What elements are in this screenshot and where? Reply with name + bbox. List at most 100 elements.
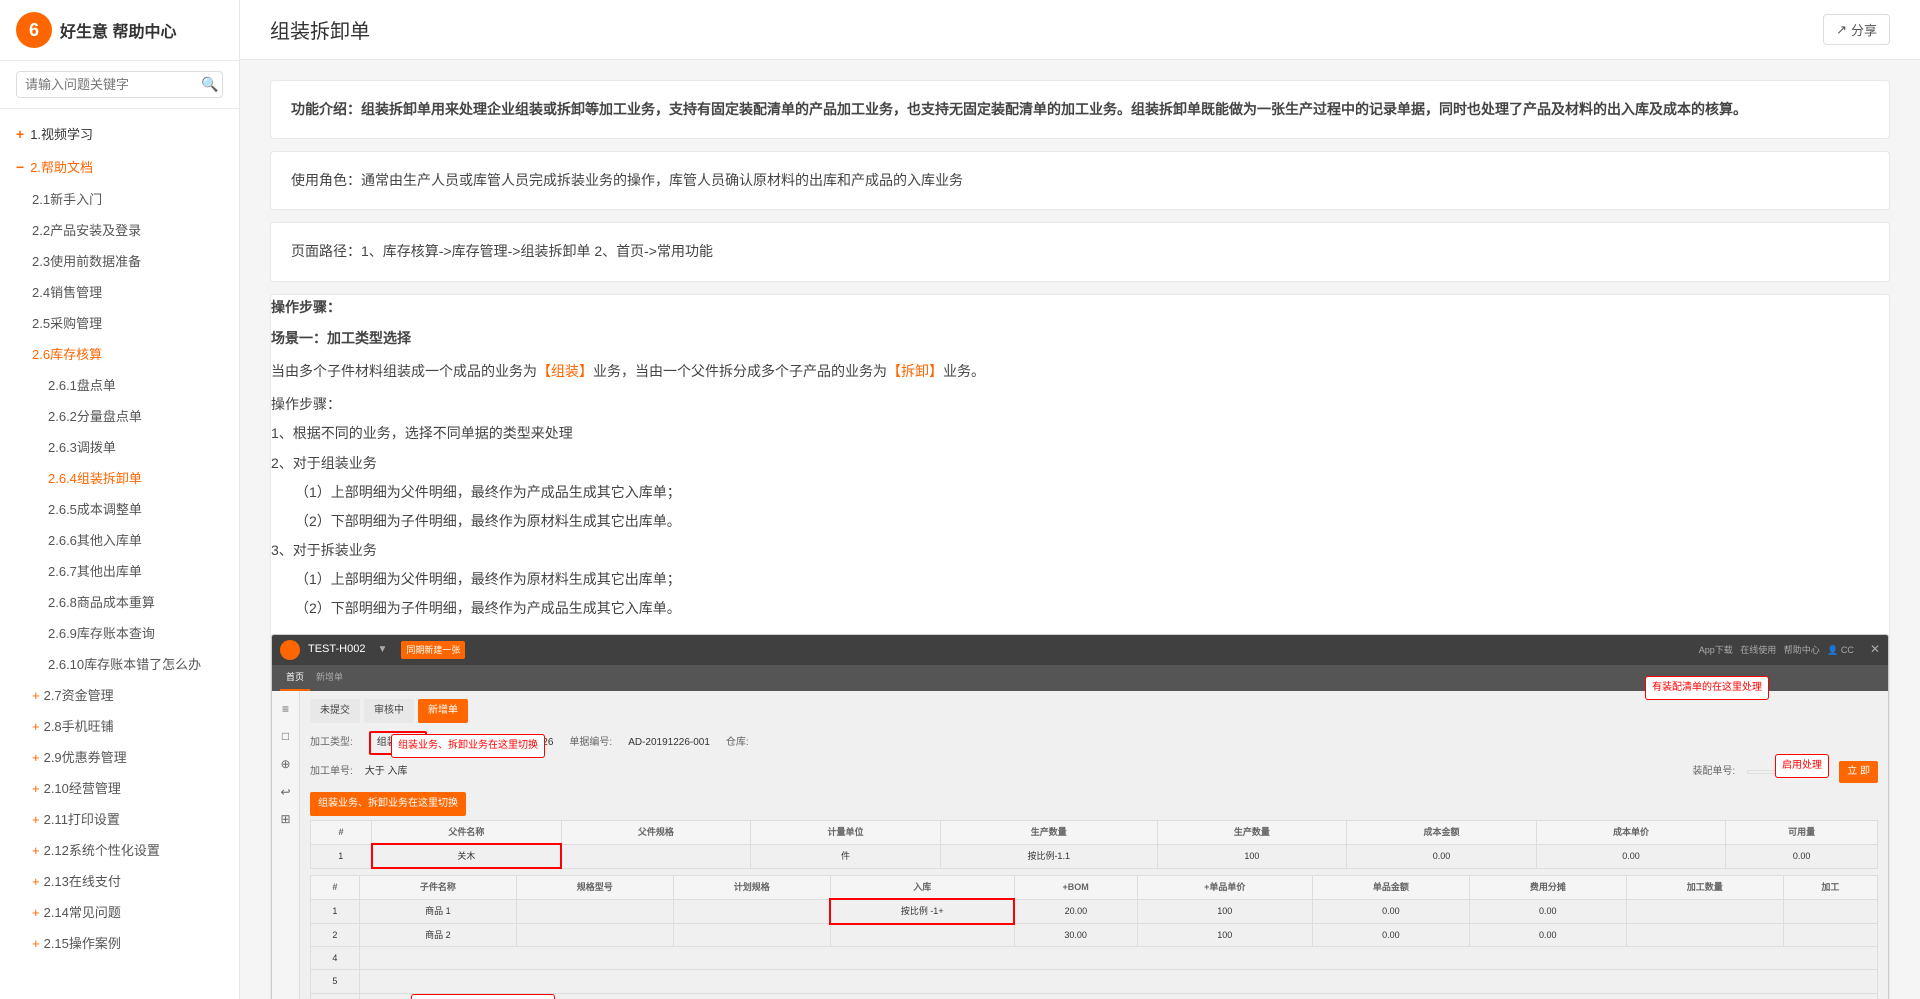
annotation-top-right: 有装配清单的在这里处理: [1645, 676, 1769, 700]
sidebar-item-online-pay[interactable]: +2.13在线支付: [0, 865, 239, 896]
step1: 1、根据不同的业务，选择不同单据的类型来处理: [271, 421, 1889, 446]
sim-top-btn: 同期新建一张: [401, 641, 465, 659]
sidebar-item-money[interactable]: +2.7资金管理: [0, 679, 239, 710]
sim-lower-table: # 子件名称 规格型号 计划规格 入库 +BOM +单品单价 单品金额 费用分摊: [310, 875, 1878, 999]
sim-icon-5: ⊞: [280, 809, 290, 831]
sidebar-item-faq[interactable]: +2.14常见问题: [0, 896, 239, 927]
sim-td-qty2: 100: [1157, 844, 1347, 868]
sidebar-item-newbie[interactable]: 2.1新手入门: [0, 183, 239, 214]
sidebar-item-2-6-4[interactable]: 2.6.4组装拆卸单: [0, 462, 239, 493]
sim-lth-spec: 规格型号: [516, 876, 673, 900]
sidebar-item-mobile[interactable]: +2.8手机旺铺: [0, 710, 239, 741]
sim-num2-val: 大于 入库: [365, 763, 408, 781]
sidebar-item-cases[interactable]: +2.15操作案例: [0, 927, 239, 958]
sim-td-price: 0.00: [1536, 844, 1726, 868]
sidebar-item-2-6-3[interactable]: 2.6.3调拨单: [0, 431, 239, 462]
sidebar-item-2-6-7[interactable]: 2.6.7其他出库单: [0, 555, 239, 586]
sim-th-avail: 可用量: [1726, 820, 1878, 844]
sim-icon-1: ≡: [282, 699, 289, 721]
sim-apply-btn[interactable]: 立 即: [1839, 761, 1878, 783]
sim-icon-3: ⊕: [280, 754, 290, 776]
annotation-mid-right: 启用处理: [1775, 754, 1829, 778]
logo-text: 好生意 帮助中心: [60, 18, 176, 42]
steps-label: 操作步骤：: [271, 392, 1889, 417]
sim-lth-in: 入库: [830, 876, 1014, 900]
sim-td-qty1: 按比例-1.1: [940, 844, 1157, 868]
sidebar-item-2-6-8[interactable]: 2.6.8商品成本重算: [0, 586, 239, 617]
sim-td-unit: 件: [751, 844, 941, 868]
sim-num-value: AD-20191226-001: [628, 734, 710, 752]
sim-lth-share: 费用分摊: [1469, 876, 1626, 900]
sidebar-item-data-prep[interactable]: 2.3使用前数据准备: [0, 245, 239, 276]
sidebar-item-help-docs[interactable]: − 2.帮助文档: [0, 150, 239, 183]
annotation-mid-left: 组装业务、拆卸业务在这里切换: [391, 734, 545, 758]
sim-td-avail: 0.00: [1726, 844, 1878, 868]
content-area: 功能介绍：组装拆卸单用来处理企业组装或拆卸等加工业务，支持有固定装配清单的产品加…: [240, 60, 1920, 999]
sim-section-label: 组装业务、拆卸业务在这里切换: [310, 792, 466, 816]
sim-th-unit: 计量单位: [751, 820, 941, 844]
sidebar-item-video[interactable]: + 1.视频学习: [0, 117, 239, 150]
sim-app-bar-right: App下载 在线使用 帮助中心 👤 CC: [1699, 642, 1854, 658]
sim-logo: [280, 640, 300, 660]
sim-tab-added[interactable]: 未提交: [310, 699, 360, 723]
logo-icon: 6: [16, 12, 52, 48]
sidebar-item-2-6-1[interactable]: 2.6.1盘点单: [0, 369, 239, 400]
sim-app-bar: TEST-H002 ▼ 同期新建一张 App下载 在线使用 帮助中心 👤 CC …: [272, 635, 1888, 665]
step3-sub1: （1）上部明细为父件明细，最终作为原材料生成其它出库单；: [295, 567, 1889, 592]
sim-nav-home[interactable]: 首页: [280, 665, 310, 691]
search-icon[interactable]: 🔍: [201, 76, 218, 93]
sidebar-item-purchase[interactable]: 2.5采购管理: [0, 307, 239, 338]
annotation-bottom: 无固定清单可在这里直接录入: [411, 994, 555, 999]
scene1-desc: 当由多个子件材料组装成一个成品的业务为【组装】业务，当由一个父件拆分成多个子产品…: [271, 359, 1889, 384]
sim-td-spec: [561, 844, 751, 868]
nav-tree: + 1.视频学习 − 2.帮助文档 2.1新手入门 2.2产品安装及登录 2.3…: [0, 109, 239, 999]
scene1-title: 场景一：加工类型选择: [271, 330, 411, 346]
sim-tab-current[interactable]: 新增单: [418, 699, 468, 723]
main-area: 组装拆卸单 ↗ 分享 功能介绍：组装拆卸单用来处理企业组装或拆卸等加工业务，支持…: [240, 0, 1920, 999]
share-button[interactable]: ↗ 分享: [1823, 14, 1890, 45]
sidebar-item-2-6-6[interactable]: 2.6.6其他入库单: [0, 524, 239, 555]
sidebar-item-customize[interactable]: +2.12系统个性化设置: [0, 834, 239, 865]
sim-nav-list[interactable]: 新增单: [310, 665, 349, 691]
sim-tab-pending[interactable]: 审核中: [364, 699, 414, 723]
sim-lth-bom: +BOM: [1014, 876, 1137, 900]
sidebar-item-2-6-10[interactable]: 2.6.10库存账本错了怎么办: [0, 648, 239, 679]
table-row: 1 关木 件 按比例-1.1 100 0.00 0.00 0.00: [311, 844, 1878, 868]
sidebar-item-inventory[interactable]: 2.6库存核算: [0, 338, 239, 369]
step3-sub2: （2）下部明细为子件明细，最终作为产成品生成其它入库单。: [295, 596, 1889, 621]
sim-th-parent-spec: 父件规格: [561, 820, 751, 844]
sim-close-icon[interactable]: ✕: [1870, 639, 1880, 661]
sidebar-item-2-6-9[interactable]: 2.6.9库存账本查询: [0, 617, 239, 648]
sim-th-num: #: [311, 820, 372, 844]
table-row: 1 商品 1 按比例 -1+ 20.00 100 0.00 0.00: [311, 899, 1878, 923]
sidebar-item-2-6-5[interactable]: 2.6.5成本调整单: [0, 493, 239, 524]
page-header: 组装拆卸单 ↗ 分享: [240, 0, 1920, 60]
sim-upper-table: # 父件名称 父件规格 计量单位 生产数量 生产数量 成本金额 成本单价 可用量: [310, 820, 1878, 869]
search-area: 🔍: [0, 61, 239, 109]
sim-num2-label: 加工单号:: [310, 763, 353, 781]
sidebar-item-2-6-2[interactable]: 2.6.2分量盘点单: [0, 400, 239, 431]
role-text: 使用角色：通常由生产人员或库管人员完成拆装业务的操作，库管人员确认原材料的出库和…: [291, 172, 963, 188]
share-icon: ↗: [1836, 22, 1847, 38]
search-input[interactable]: [25, 77, 201, 92]
sim-td-cost: 0.00: [1347, 844, 1537, 868]
sidebar-item-install[interactable]: 2.2产品安装及登录: [0, 214, 239, 245]
sim-lth-process: 加工: [1783, 876, 1877, 900]
page-title: 组装拆卸单: [270, 15, 370, 44]
search-box[interactable]: 🔍: [16, 71, 223, 98]
sim-icon-bar: ≡ □ ⊕ ↩ ⊞: [272, 691, 300, 999]
screenshot-wrapper: TEST-H002 ▼ 同期新建一张 App下载 在线使用 帮助中心 👤 CC …: [271, 634, 1889, 999]
sim-td-name: 关木: [372, 844, 562, 868]
sim-icon-4: ↩: [280, 782, 290, 804]
step2: 2、对于组装业务: [271, 451, 1889, 476]
sidebar-item-coupon[interactable]: +2.9优惠券管理: [0, 741, 239, 772]
intro-card: 功能介绍：组装拆卸单用来处理企业组装或拆卸等加工业务，支持有固定装配清单的产品加…: [270, 80, 1890, 139]
share-label: 分享: [1851, 20, 1877, 39]
table-row: 2 商品 2 30.00 100 0.00 0.00: [311, 924, 1878, 947]
sidebar-item-print[interactable]: +2.11打印设置: [0, 803, 239, 834]
sim-th-parent-name: 父件名称: [372, 820, 562, 844]
sidebar-item-ops[interactable]: +2.10经营管理: [0, 772, 239, 803]
sim-th-cost-amt: 成本金额: [1347, 820, 1537, 844]
sidebar-item-sales[interactable]: 2.4销售管理: [0, 276, 239, 307]
sim-lth-child-name: 子件名称: [359, 876, 516, 900]
